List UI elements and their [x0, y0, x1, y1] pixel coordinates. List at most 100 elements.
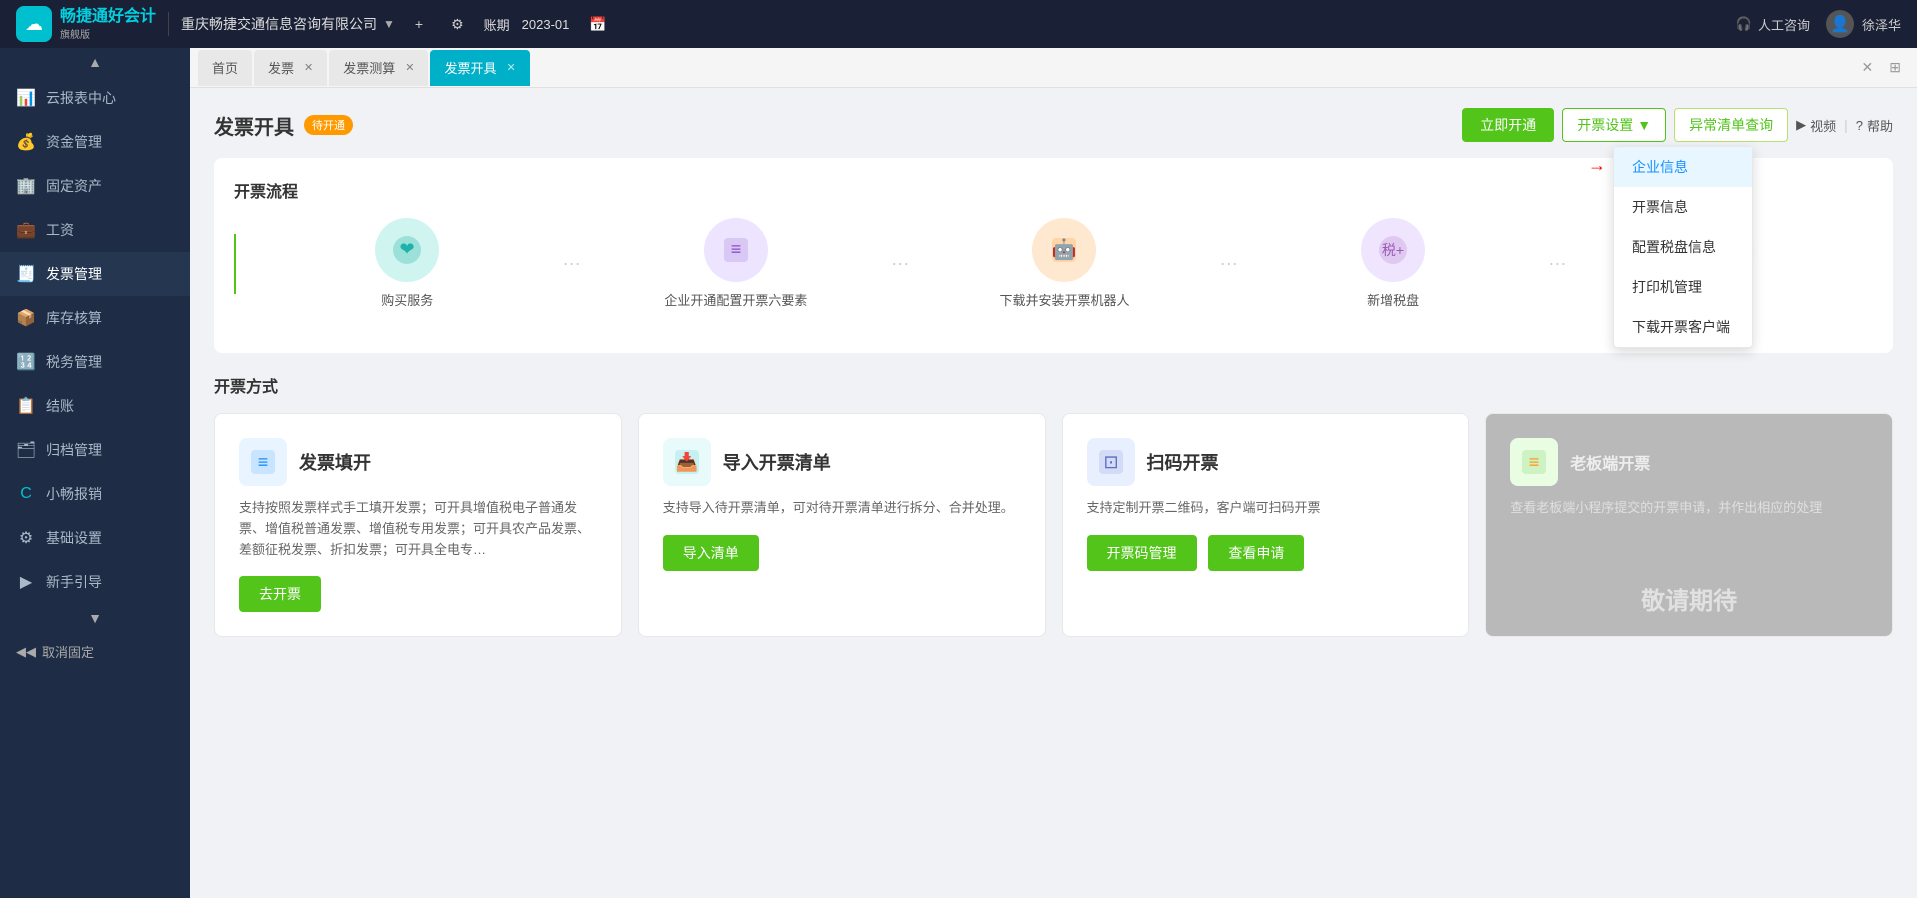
- shuiwu-icon: 🔢: [16, 352, 36, 372]
- user-info[interactable]: 👤 徐泽华: [1826, 10, 1901, 38]
- svg-text:≡: ≡: [731, 239, 742, 259]
- process-step-4: 税+ 新增税盘: [1242, 218, 1545, 309]
- help-button[interactable]: ? 帮助: [1856, 116, 1893, 135]
- sidebar-item-jichushezhi[interactable]: ⚙ 基础设置: [0, 516, 190, 560]
- settings-dropdown: → 企业信息 开票信息 配置税盘信息 打印机管理 下载开票客户端: [1613, 146, 1753, 348]
- baoxiao-icon: C: [16, 484, 36, 504]
- dropdown-item-peizhi[interactable]: 配置税盘信息: [1614, 227, 1752, 267]
- help-icon: ?: [1856, 118, 1863, 133]
- gudingzichan-icon: 🏢: [16, 176, 36, 196]
- svg-text:📥: 📥: [676, 451, 698, 472]
- sidebar-item-kucun[interactable]: 📦 库存核算: [0, 296, 190, 340]
- company-selector[interactable]: 重庆畅捷交通信息咨询有限公司 ▼: [181, 14, 395, 34]
- dropdown-item-qiyexinxi[interactable]: 企业信息: [1614, 147, 1752, 187]
- video-label: 视频: [1810, 116, 1836, 135]
- dropdown-item-xiazai[interactable]: 下载开票客户端: [1614, 307, 1752, 347]
- sidebar-item-shuiwu[interactable]: 🔢 税务管理: [0, 340, 190, 384]
- guidang-icon: 🗂: [16, 440, 36, 460]
- process-arrow-4: ···: [1544, 253, 1570, 274]
- tab-fapiao-close[interactable]: ✕: [304, 61, 313, 74]
- sidebar-item-label: 库存核算: [46, 308, 102, 328]
- tab-fapiao-calc-close[interactable]: ✕: [405, 61, 414, 74]
- process-arrow-3: ···: [1216, 253, 1242, 274]
- sidebar-item-gongzi[interactable]: 💼 工资: [0, 208, 190, 252]
- sidebar-item-label: 新手引导: [46, 572, 102, 592]
- sidebar: ▲ 📊 云报表中心 💰 资金管理 🏢 固定资产 💼 工资 🧾 发票管理: [0, 48, 190, 898]
- yunbao-icon: 📊: [16, 88, 36, 108]
- anomaly-button[interactable]: 异常清单查询: [1674, 108, 1788, 142]
- video-button[interactable]: ▶ 视频: [1796, 116, 1836, 135]
- method-header-boss: ≡ 老板端开票: [1510, 438, 1868, 486]
- sidebar-item-label: 云报表中心: [46, 88, 116, 108]
- sidebar-item-zijin[interactable]: 💰 资金管理: [0, 120, 190, 164]
- sidebar-item-label: 固定资产: [46, 176, 102, 196]
- method-card-import: 📥 导入开票清单 支持导入待开票清单，可对待开票清单进行拆分、合并处理。 导入清…: [638, 413, 1046, 637]
- method-desc-fill: 支持按照发票样式手工填开发票；可开具增值税电子普通发票、增值税普通发票、增值税专…: [239, 498, 597, 560]
- calendar-button[interactable]: 📅: [581, 12, 614, 37]
- add-icon: +: [415, 16, 423, 32]
- tab-fapiao-label: 发票: [268, 58, 294, 77]
- sidebar-scroll-down[interactable]: ▼: [0, 604, 190, 632]
- sidebar-item-label: 发票管理: [46, 264, 102, 284]
- user-avatar: 👤: [1826, 10, 1854, 38]
- sidebar-item-label: 小畅报销: [46, 484, 102, 504]
- tab-homepage[interactable]: 首页: [198, 50, 252, 86]
- tab-fapiao-calc[interactable]: 发票测算 ✕: [329, 50, 428, 86]
- support-label: 人工咨询: [1758, 15, 1810, 34]
- page-title-area: 发票开具 待开通: [214, 111, 353, 140]
- red-arrow-icon: →: [1588, 155, 1606, 176]
- svg-text:税+: 税+: [1382, 242, 1404, 258]
- sidebar-item-jiezhang[interactable]: 📋 结账: [0, 384, 190, 428]
- main-layout: ▲ 📊 云报表中心 💰 资金管理 🏢 固定资产 💼 工资 🧾 发票管理: [0, 48, 1917, 898]
- method-header-scan: ⊡ 扫码开票: [1087, 438, 1445, 486]
- method-btn-fill[interactable]: 去开票: [239, 576, 321, 612]
- xinshouyindao-icon: ▶: [16, 572, 36, 592]
- logo-name: 畅捷通好会计: [60, 7, 156, 26]
- method-card-boss: ≡ 老板端开票 查看老板端小程序提交的开票申请，并作出相应的处理 敬请期待: [1485, 413, 1893, 637]
- sidebar-cancel-fixed[interactable]: ◀◀ 取消固定: [0, 632, 190, 671]
- methods-section: 开票方式 ≡ 发票填开 支持按照发票样式手工填开发票；可开具增值税电子普通发票、…: [214, 373, 1893, 637]
- help-label: 帮助: [1867, 116, 1893, 135]
- methods-grid: ≡ 发票填开 支持按照发票样式手工填开发票；可开具增值税电子普通发票、增值税普通…: [214, 413, 1893, 637]
- tab-fapiao-kaiju-close[interactable]: ✕: [507, 61, 516, 74]
- sidebar-item-fapiao[interactable]: 🧾 发票管理: [0, 252, 190, 296]
- method-icon-scan: ⊡: [1087, 438, 1135, 486]
- svg-text:≡: ≡: [1529, 452, 1540, 472]
- method-title-import: 导入开票清单: [723, 449, 831, 475]
- tab-homepage-label: 首页: [212, 58, 238, 77]
- support-button[interactable]: 🎧 人工咨询: [1736, 15, 1810, 34]
- process-icon-3: 🤖: [1032, 218, 1096, 282]
- expand-button[interactable]: ⊞: [1881, 55, 1909, 80]
- process-arrow-1: ···: [559, 253, 585, 274]
- calendar-icon: 📅: [589, 16, 606, 33]
- sidebar-item-gudingzichan[interactable]: 🏢 固定资产: [0, 164, 190, 208]
- svg-text:🤖: 🤖: [1052, 237, 1077, 261]
- add-button[interactable]: +: [407, 12, 431, 36]
- close-tab-button[interactable]: ✕: [1854, 55, 1882, 80]
- settings-label: 开票设置: [1577, 115, 1633, 135]
- tab-fapiao[interactable]: 发票 ✕: [254, 50, 327, 86]
- sidebar-item-baoxiao[interactable]: C 小畅报销: [0, 472, 190, 516]
- settings-button[interactable]: ⚙: [443, 12, 472, 37]
- fapiao-icon: 🧾: [16, 264, 36, 284]
- svg-text:≡: ≡: [258, 452, 269, 472]
- method-title-fill: 发票填开: [299, 449, 371, 475]
- sidebar-item-xinshouyindao[interactable]: ▶ 新手引导: [0, 560, 190, 604]
- dropdown-item-dayinji[interactable]: 打印机管理: [1614, 267, 1752, 307]
- tab-fapiao-kaiju[interactable]: 发票开具 ✕: [430, 50, 529, 86]
- dropdown-item-kaipiaoxinxi[interactable]: 开票信息: [1614, 187, 1752, 227]
- tab-fapiao-calc-label: 发票测算: [343, 58, 395, 77]
- activate-button[interactable]: 立即开通: [1462, 108, 1554, 142]
- method-btn-scan2[interactable]: 查看申请: [1208, 535, 1304, 571]
- cancel-fixed-icon: ◀◀: [16, 644, 36, 660]
- user-name: 徐泽华: [1862, 15, 1901, 34]
- sidebar-scroll-up[interactable]: ▲: [0, 48, 190, 76]
- status-badge: 待开通: [304, 115, 353, 135]
- sidebar-item-guidang[interactable]: 🗂 归档管理: [0, 428, 190, 472]
- settings-button[interactable]: 开票设置 ▼: [1562, 108, 1666, 142]
- sidebar-item-yunbao[interactable]: 📊 云报表中心: [0, 76, 190, 120]
- method-btn-scan[interactable]: 开票码管理: [1087, 535, 1197, 571]
- method-desc-scan: 支持定制开票二维码，客户端可扫码开票: [1087, 498, 1445, 519]
- method-btn-import[interactable]: 导入清单: [663, 535, 759, 571]
- zijin-icon: 💰: [16, 132, 36, 152]
